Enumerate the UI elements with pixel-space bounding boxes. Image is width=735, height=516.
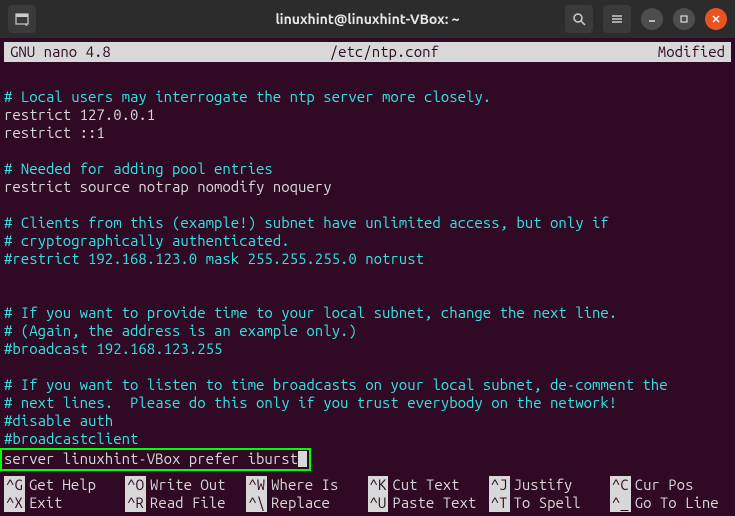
shortcut-item: ^WWhere Is: [246, 476, 367, 494]
editor-line: # Local users may interrogate the ntp se…: [4, 88, 731, 106]
shortcut-item: ^TTo Spell: [489, 494, 610, 512]
editor-line: [4, 70, 731, 88]
shortcut-key: ^T: [489, 494, 510, 512]
editor-line: #broadcastclient: [4, 430, 731, 448]
shortcut-key: ^_: [610, 494, 631, 512]
shortcut-item: ^_Go To Line: [610, 494, 731, 512]
text-cursor: [298, 451, 307, 467]
shortcut-label: Exit: [29, 494, 63, 512]
shortcut-label: Cur Pos: [635, 476, 694, 494]
window-titlebar: linuxhint@linuxhint-VBox: ~: [0, 0, 735, 38]
hamburger-icon: [610, 12, 624, 26]
nano-header-bar: GNU nano 4.8 /etc/ntp.conf Modified: [4, 42, 731, 62]
highlight-box: server linuxhint-VBox prefer iburst: [0, 448, 311, 471]
shortcut-key: ^K: [368, 476, 389, 494]
editor-line: # If you want to provide time to your lo…: [4, 304, 731, 322]
maximize-button[interactable]: [673, 8, 695, 30]
editor-line: # Needed for adding pool entries: [4, 160, 731, 178]
maximize-icon: [679, 14, 689, 24]
shortcut-label: Go To Line: [635, 494, 719, 512]
editor-content[interactable]: # Local users may interrogate the ntp se…: [0, 66, 735, 471]
titlebar-right-controls: [565, 5, 727, 33]
shortcut-label: Replace: [271, 494, 330, 512]
shortcut-label: Get Help: [29, 476, 96, 494]
shortcut-key: ^G: [4, 476, 25, 494]
shortcut-label: Where Is: [271, 476, 338, 494]
minimize-icon: [647, 14, 657, 24]
shortcut-item: ^\Replace: [246, 494, 367, 512]
titlebar-left-controls: [8, 5, 36, 33]
shortcut-key: ^X: [4, 494, 25, 512]
close-icon: [711, 14, 721, 24]
shortcut-label: To Spell: [514, 494, 581, 512]
editor-line: # cryptographically authenticated.: [4, 232, 731, 250]
shortcut-label: Read File: [150, 494, 226, 512]
shortcuts-bar: ^GGet Help^OWrite Out^WWhere Is^KCut Tex…: [4, 476, 731, 512]
shortcut-key: ^C: [610, 476, 631, 494]
shortcuts-row-2: ^XExit^RRead File^\Replace^UPaste Text^T…: [4, 494, 731, 512]
shortcut-label: Cut Text: [392, 476, 459, 494]
menu-button[interactable]: [603, 5, 631, 33]
editor-line: # (Again, the address is an example only…: [4, 322, 731, 340]
editor-line: # Clients from this (example!) subnet ha…: [4, 214, 731, 232]
nano-version: GNU nano 4.8: [10, 42, 111, 62]
editor-line: restrict source notrap nomodify noquery: [4, 178, 731, 196]
editor-line: [4, 268, 731, 286]
search-icon: [572, 12, 586, 26]
shortcut-key: ^U: [368, 494, 389, 512]
close-button[interactable]: [705, 8, 727, 30]
shortcut-label: Justify: [514, 476, 573, 494]
shortcut-label: Paste Text: [392, 494, 476, 512]
editor-line: #disable auth: [4, 412, 731, 430]
shortcut-key: ^R: [125, 494, 146, 512]
shortcut-label: Write Out: [150, 476, 226, 494]
shortcut-item: ^JJustify: [489, 476, 610, 494]
shortcut-item: ^RRead File: [125, 494, 246, 512]
editor-line: #broadcast 192.168.123.255: [4, 340, 731, 358]
shortcut-item: ^XExit: [4, 494, 125, 512]
nano-status: Modified: [658, 42, 725, 62]
shortcut-key: ^\: [246, 494, 267, 512]
shortcut-item: ^GGet Help: [4, 476, 125, 494]
editor-line: restrict 127.0.0.1: [4, 106, 731, 124]
editor-line: [4, 286, 731, 304]
editor-line: [4, 142, 731, 160]
shortcuts-row-1: ^GGet Help^OWrite Out^WWhere Is^KCut Tex…: [4, 476, 731, 494]
shortcut-item: ^CCur Pos: [610, 476, 731, 494]
editor-line: restrict ::1: [4, 124, 731, 142]
shortcut-key: ^W: [246, 476, 267, 494]
shortcut-item: ^OWrite Out: [125, 476, 246, 494]
editor-line: #restrict 192.168.123.0 mask 255.255.255…: [4, 250, 731, 268]
shortcut-key: ^O: [125, 476, 146, 494]
editor-line: [4, 358, 731, 376]
shortcut-item: ^UPaste Text: [368, 494, 489, 512]
shortcut-key: ^J: [489, 476, 510, 494]
nano-filename: /etc/ntp.conf: [111, 42, 658, 62]
shortcut-item: ^KCut Text: [368, 476, 489, 494]
search-button[interactable]: [565, 5, 593, 33]
new-tab-button[interactable]: [8, 5, 36, 33]
editor-highlighted-line: server linuxhint-VBox prefer iburst: [4, 448, 731, 471]
editor-line: # next lines. Please do this only if you…: [4, 394, 731, 412]
window-title: linuxhint@linuxhint-VBox: ~: [275, 11, 459, 27]
terminal-tab-icon: [15, 12, 29, 26]
editor-line: [4, 196, 731, 214]
minimize-button[interactable]: [641, 8, 663, 30]
editor-line: # If you want to listen to time broadcas…: [4, 376, 731, 394]
